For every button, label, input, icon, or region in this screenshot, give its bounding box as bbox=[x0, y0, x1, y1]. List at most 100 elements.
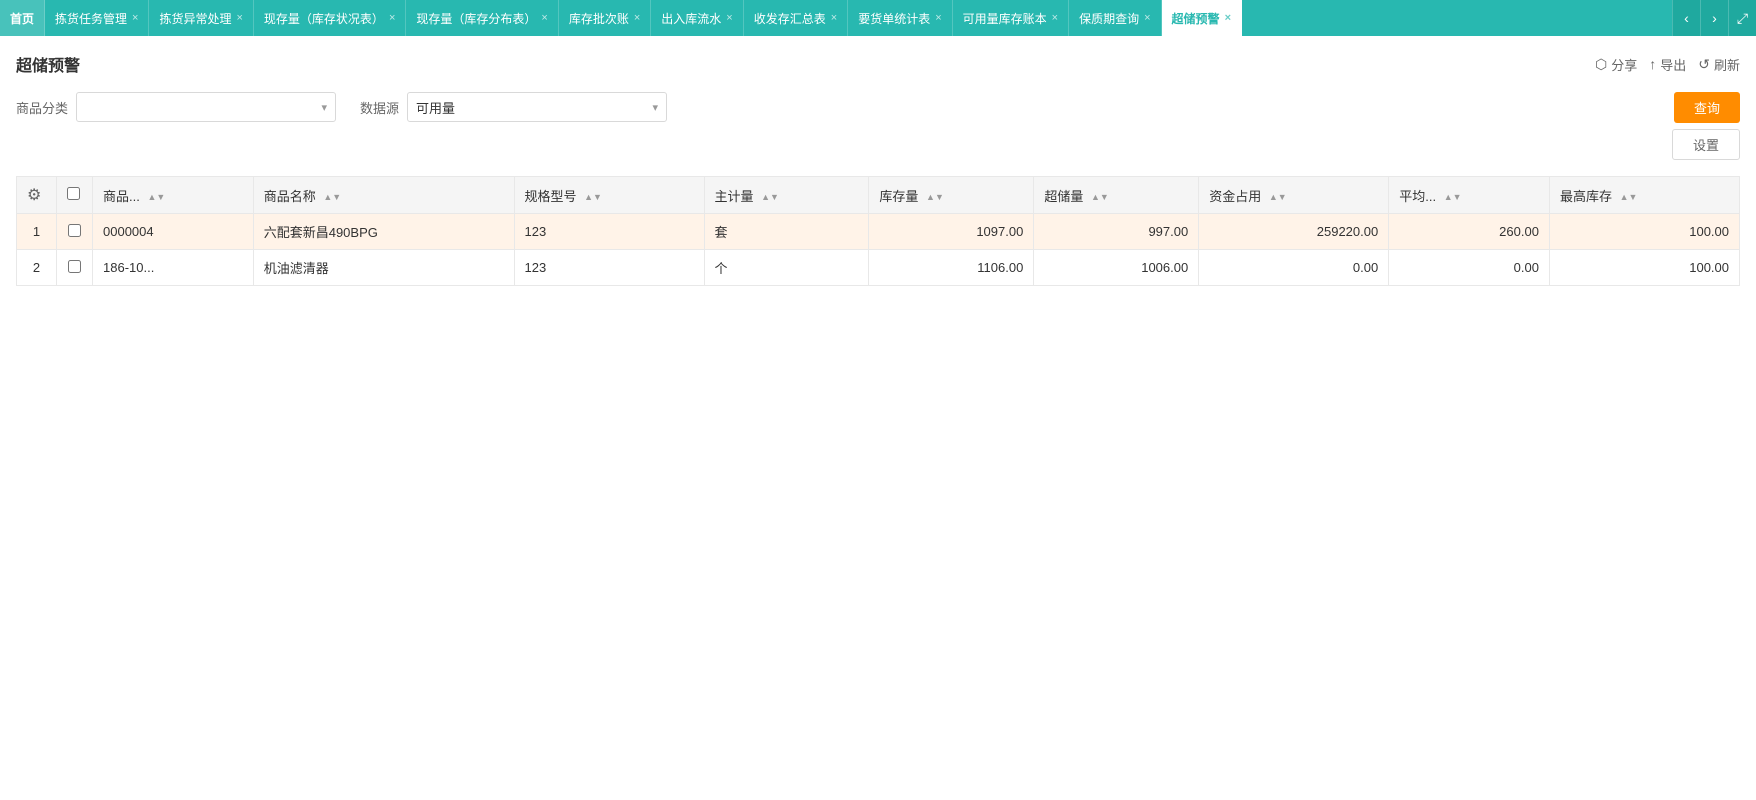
row-num: 1 bbox=[17, 214, 57, 250]
close-tab-icon[interactable]: × bbox=[634, 12, 640, 24]
nav-tab-tab-5[interactable]: 库存批次账× bbox=[559, 0, 651, 36]
export-icon: ↑ bbox=[1649, 56, 1656, 72]
th-settings: ⚙ bbox=[17, 177, 57, 214]
close-tab-icon[interactable]: × bbox=[236, 12, 242, 24]
nav-tab-tab-6[interactable]: 出入库流水× bbox=[651, 0, 743, 36]
nav-tab-tab-8[interactable]: 要货单统计表× bbox=[848, 0, 952, 36]
th-spec-label: 规格型号 bbox=[525, 189, 577, 204]
row-capital: 0.00 bbox=[1199, 250, 1389, 286]
row-capital: 259220.00 bbox=[1199, 214, 1389, 250]
datasource-select[interactable]: 可用量 ▾ bbox=[407, 92, 667, 122]
nav-tab-tab-3[interactable]: 现存量（库存状况表）× bbox=[254, 0, 406, 36]
category-filter: 商品分类 ▾ bbox=[16, 92, 336, 122]
th-overstock[interactable]: 超储量 ▲▼ bbox=[1034, 177, 1199, 214]
nav-tab-tab-4[interactable]: 现存量（库存分布表）× bbox=[406, 0, 558, 36]
th-sku-label: 商品... bbox=[103, 189, 140, 204]
share-action[interactable]: ⬡ 分享 bbox=[1595, 55, 1637, 74]
page-title: 超储预警 bbox=[16, 52, 80, 76]
table-header-row: ⚙ 商品... ▲▼ 商品名称 ▲▼ 规格型号 ▲▼ 主计 bbox=[17, 177, 1740, 214]
datasource-label: 数据源 bbox=[360, 98, 399, 117]
th-avg[interactable]: 平均... ▲▼ bbox=[1389, 177, 1550, 214]
close-tab-icon[interactable]: × bbox=[541, 12, 547, 24]
row-sku: 0000004 bbox=[93, 214, 254, 250]
row-num: 2 bbox=[17, 250, 57, 286]
nav-tab-tab-10[interactable]: 保质期查询× bbox=[1069, 0, 1161, 36]
close-tab-icon[interactable]: × bbox=[1144, 12, 1150, 24]
filter-buttons: 查询 设置 bbox=[1672, 92, 1740, 160]
nav-next-arrow[interactable]: › bbox=[1700, 0, 1728, 36]
nav-expand-arrow[interactable]: ⤢ bbox=[1728, 0, 1756, 36]
th-checkbox bbox=[57, 177, 93, 214]
th-unit[interactable]: 主计量 ▲▼ bbox=[704, 177, 869, 214]
close-tab-icon[interactable]: × bbox=[132, 12, 138, 24]
th-capital-sort-icon: ▲▼ bbox=[1269, 193, 1287, 202]
category-select[interactable]: ▾ bbox=[76, 92, 336, 122]
th-name-sort-icon: ▲▼ bbox=[323, 193, 341, 202]
th-maxstock-sort-icon: ▲▼ bbox=[1620, 193, 1638, 202]
export-action[interactable]: ↑ 导出 bbox=[1649, 55, 1686, 74]
row-overstock: 1006.00 bbox=[1034, 250, 1199, 286]
row-name: 机油滤清器 bbox=[253, 250, 514, 286]
share-icon: ⬡ bbox=[1595, 56, 1607, 73]
th-spec[interactable]: 规格型号 ▲▼ bbox=[514, 177, 704, 214]
refresh-icon: ↺ bbox=[1698, 56, 1710, 73]
category-label: 商品分类 bbox=[16, 98, 68, 117]
data-table: ⚙ 商品... ▲▼ 商品名称 ▲▼ 规格型号 ▲▼ 主计 bbox=[16, 176, 1740, 286]
row-maxstock: 100.00 bbox=[1549, 250, 1739, 286]
th-stock-label: 库存量 bbox=[879, 189, 918, 204]
nav-home[interactable]: 首页 bbox=[0, 0, 45, 36]
row-avg: 260.00 bbox=[1389, 214, 1550, 250]
settings-button[interactable]: 设置 bbox=[1672, 129, 1740, 160]
th-maxstock[interactable]: 最高库存 ▲▼ bbox=[1549, 177, 1739, 214]
settings-gear-icon[interactable]: ⚙ bbox=[27, 185, 41, 205]
header-actions: ⬡ 分享 ↑ 导出 ↺ 刷新 bbox=[1595, 55, 1740, 74]
select-all-checkbox[interactable] bbox=[67, 187, 80, 200]
refresh-action[interactable]: ↺ 刷新 bbox=[1698, 55, 1740, 74]
row-sku: 186-10... bbox=[93, 250, 254, 286]
nav-prev-arrow[interactable]: ‹ bbox=[1672, 0, 1700, 36]
row-maxstock: 100.00 bbox=[1549, 214, 1739, 250]
nav-tab-tab-7[interactable]: 收发存汇总表× bbox=[744, 0, 848, 36]
row-checkbox[interactable] bbox=[68, 224, 81, 237]
nav-tab-tab-2[interactable]: 拣货异常处理× bbox=[149, 0, 253, 36]
row-avg: 0.00 bbox=[1389, 250, 1550, 286]
nav-tab-tab-1[interactable]: 拣货任务管理× bbox=[45, 0, 149, 36]
close-tab-icon[interactable]: × bbox=[1225, 12, 1231, 24]
th-sku-sort-icon: ▲▼ bbox=[147, 193, 165, 202]
th-avg-sort-icon: ▲▼ bbox=[1444, 193, 1462, 202]
row-spec: 123 bbox=[514, 250, 704, 286]
th-unit-sort-icon: ▲▼ bbox=[761, 193, 779, 202]
row-spec: 123 bbox=[514, 214, 704, 250]
close-tab-icon[interactable]: × bbox=[726, 12, 732, 24]
th-stock-sort-icon: ▲▼ bbox=[926, 193, 944, 202]
th-name[interactable]: 商品名称 ▲▼ bbox=[253, 177, 514, 214]
page-content: 超储预警 ⬡ 分享 ↑ 导出 ↺ 刷新 商品分类 ▾ bbox=[0, 36, 1756, 800]
query-button[interactable]: 查询 bbox=[1674, 92, 1740, 123]
close-tab-icon[interactable]: × bbox=[831, 12, 837, 24]
page-header: 超储预警 ⬡ 分享 ↑ 导出 ↺ 刷新 bbox=[16, 52, 1740, 76]
row-overstock: 997.00 bbox=[1034, 214, 1199, 250]
row-checkbox[interactable] bbox=[68, 260, 81, 273]
row-checkbox-cell bbox=[57, 214, 93, 250]
table-row: 1 0000004 六配套新昌490BPG 123 套 1097.00 997.… bbox=[17, 214, 1740, 250]
th-maxstock-label: 最高库存 bbox=[1560, 189, 1612, 204]
th-overstock-label: 超储量 bbox=[1044, 189, 1083, 204]
th-sku[interactable]: 商品... ▲▼ bbox=[93, 177, 254, 214]
datasource-filter: 数据源 可用量 ▾ bbox=[360, 92, 667, 122]
th-stock[interactable]: 库存量 ▲▼ bbox=[869, 177, 1034, 214]
close-tab-icon[interactable]: × bbox=[389, 12, 395, 24]
close-tab-icon[interactable]: × bbox=[1052, 12, 1058, 24]
nav-tab-tab-11[interactable]: 超储预警× bbox=[1162, 0, 1242, 36]
close-tab-icon[interactable]: × bbox=[935, 12, 941, 24]
th-name-label: 商品名称 bbox=[264, 189, 316, 204]
th-capital[interactable]: 资金占用 ▲▼ bbox=[1199, 177, 1389, 214]
row-unit: 套 bbox=[704, 214, 869, 250]
nav-tab-tab-9[interactable]: 可用量库存账本× bbox=[953, 0, 1069, 36]
row-unit: 个 bbox=[704, 250, 869, 286]
th-overstock-sort-icon: ▲▼ bbox=[1091, 193, 1109, 202]
row-stock: 1097.00 bbox=[869, 214, 1034, 250]
row-checkbox-cell bbox=[57, 250, 93, 286]
datasource-value: 可用量 bbox=[416, 98, 455, 117]
row-stock: 1106.00 bbox=[869, 250, 1034, 286]
datasource-arrow-icon: ▾ bbox=[653, 101, 659, 114]
